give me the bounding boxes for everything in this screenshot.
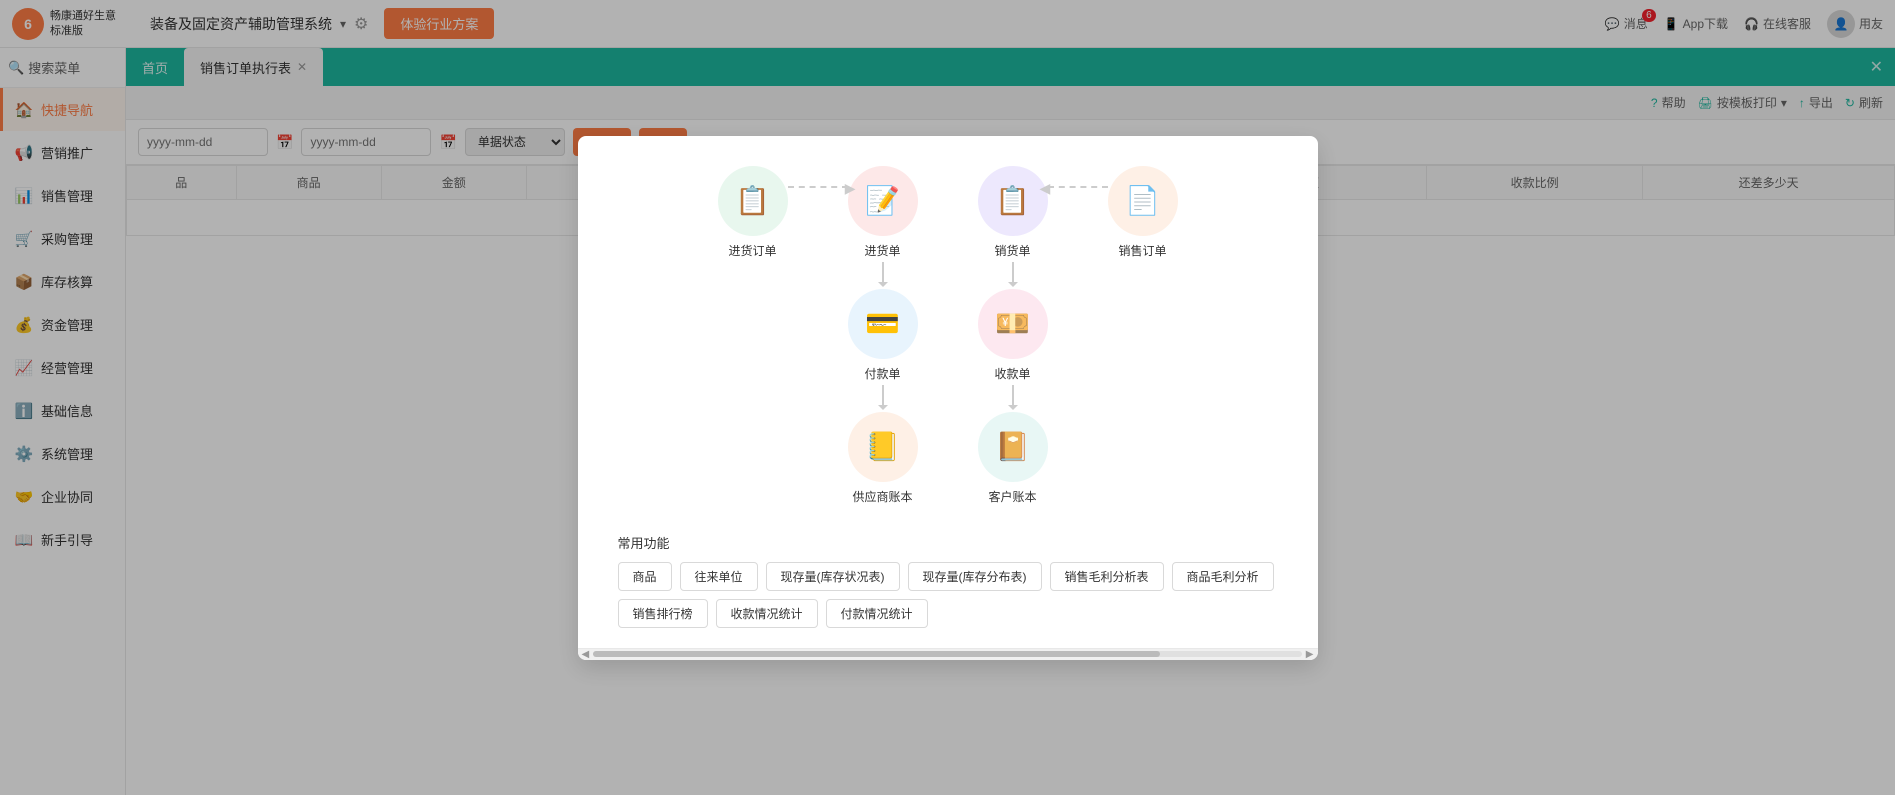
cf-btn-5[interactable]: 商品毛利分析 xyxy=(1172,562,1274,591)
flow-circle-purchase-bill: 📝 xyxy=(848,166,918,236)
common-functions-section: 常用功能 商品往来单位现存量(库存状况表) 现存量(库存分布表) 销售毛利分析表商品… xyxy=(618,533,1278,628)
flow-label-payment: 付款单 xyxy=(864,365,900,382)
common-functions-title: 常用功能 xyxy=(618,533,1278,552)
flow-node-sales-bill[interactable]: 📋 销货单 xyxy=(978,166,1048,259)
flow-node-supplier-ledger[interactable]: 📒 供应商账本 xyxy=(848,412,918,505)
scrollbar-track xyxy=(593,651,1302,657)
flow-label-purchase-order: 进货订单 xyxy=(728,242,776,259)
cf-btn-8[interactable]: 付款情况统计 xyxy=(826,599,928,628)
flow-col-3: 📋 销货单 💴 收款单 xyxy=(978,166,1048,505)
cf-btn-7[interactable]: 收款情况统计 xyxy=(716,599,818,628)
flow-circle-purchase-order: 📋 xyxy=(718,166,788,236)
flow-label-sales-bill: 销货单 xyxy=(994,242,1030,259)
common-functions-buttons: 商品往来单位现存量(库存状况表) 现存量(库存分布表) 销售毛利分析表商品毛利分析销… xyxy=(618,562,1278,628)
arrow-v-4 xyxy=(1012,382,1014,412)
flow-label-purchase-bill: 进货单 xyxy=(864,242,900,259)
flow-chart: 📋 进货订单 ▶ 📝 进货单 xyxy=(618,166,1278,505)
flow-label-supplier-ledger: 供应商账本 xyxy=(852,488,912,505)
flow-col-4: 📄 销售订单 xyxy=(1108,166,1178,259)
popup-overlay[interactable]: 📋 进货订单 ▶ 📝 进货单 xyxy=(0,0,1895,795)
arrow-h-1: ▶ xyxy=(788,186,848,188)
cf-btn-0[interactable]: 商品 xyxy=(618,562,672,591)
flow-label-customer-ledger: 客户账本 xyxy=(988,488,1036,505)
scroll-left-arrow[interactable]: ◀ xyxy=(582,649,590,660)
popup-scrollbar: ◀ ▶ xyxy=(578,648,1318,660)
flow-node-receipt[interactable]: 💴 收款单 xyxy=(978,289,1048,382)
flow-node-payment[interactable]: 💳 付款单 xyxy=(848,289,918,382)
flow-col-2: 📝 进货单 💳 付款单 xyxy=(848,166,918,505)
flow-node-sales-order[interactable]: 📄 销售订单 xyxy=(1108,166,1178,259)
cf-btn-3[interactable]: 现存量(库存分布表) xyxy=(908,562,1042,591)
popup: 📋 进货订单 ▶ 📝 进货单 xyxy=(578,136,1318,660)
arrow-v-3 xyxy=(1012,259,1014,289)
flow-circle-payment: 💳 xyxy=(848,289,918,359)
flow-col-1: 📋 进货订单 xyxy=(718,166,788,259)
flow-node-purchase-order[interactable]: 📋 进货订单 xyxy=(718,166,788,259)
cf-btn-2[interactable]: 现存量(库存状况表) xyxy=(766,562,900,591)
flow-label-sales-order: 销售订单 xyxy=(1118,242,1166,259)
arrow-v-2 xyxy=(882,382,884,412)
popup-content: 📋 进货订单 ▶ 📝 进货单 xyxy=(578,136,1318,648)
cf-btn-1[interactable]: 往来单位 xyxy=(680,562,758,591)
cf-btn-6[interactable]: 销售排行榜 xyxy=(618,599,708,628)
flow-circle-sales-order: 📄 xyxy=(1108,166,1178,236)
flow-circle-supplier-ledger: 📒 xyxy=(848,412,918,482)
arrow-v-1 xyxy=(882,259,884,289)
flow-node-customer-ledger[interactable]: 📔 客户账本 xyxy=(978,412,1048,505)
flow-circle-customer-ledger: 📔 xyxy=(978,412,1048,482)
flow-circle-receipt: 💴 xyxy=(978,289,1048,359)
scroll-right-arrow[interactable]: ▶ xyxy=(1306,649,1314,660)
arrow-h-2: ◀ xyxy=(1048,186,1108,188)
flow-label-receipt: 收款单 xyxy=(994,365,1030,382)
flow-node-purchase-bill[interactable]: 📝 进货单 xyxy=(848,166,918,259)
cf-btn-4[interactable]: 销售毛利分析表 xyxy=(1050,562,1164,591)
flow-circle-sales-bill: 📋 xyxy=(978,166,1048,236)
scrollbar-thumb[interactable] xyxy=(593,651,1160,657)
